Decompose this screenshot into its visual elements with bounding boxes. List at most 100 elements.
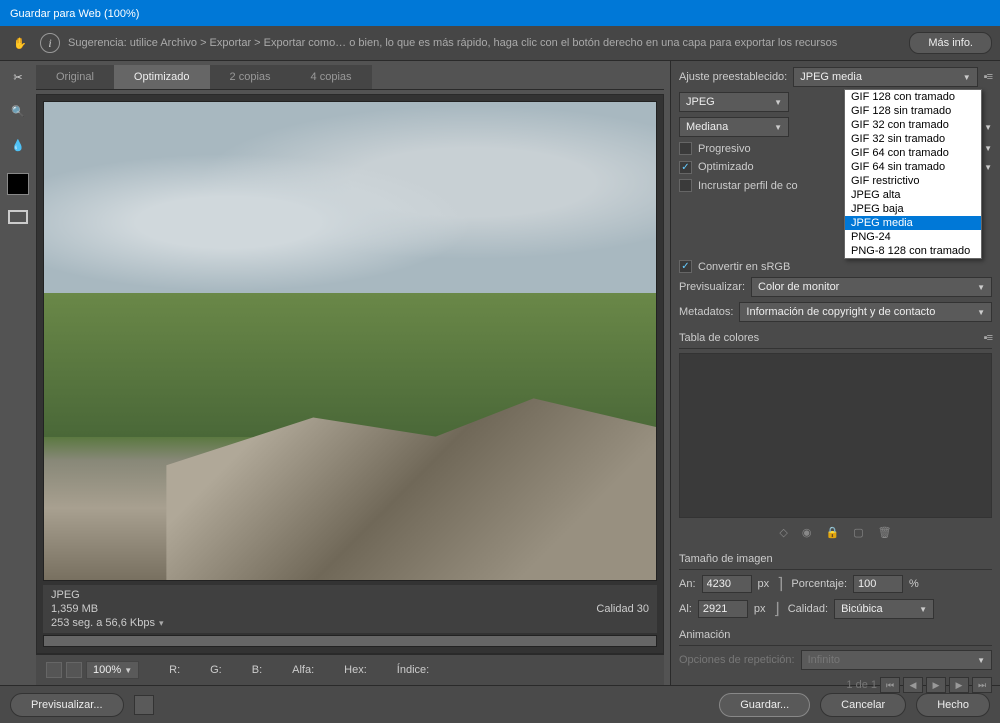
progressive-checkbox[interactable] xyxy=(679,142,692,155)
anim-last-icon: ⏭ xyxy=(972,677,992,693)
preset-option[interactable]: GIF 128 sin tramado xyxy=(845,104,981,118)
cancel-button[interactable]: Cancelar xyxy=(820,693,906,717)
anim-play-icon: ▶ xyxy=(926,677,946,693)
hand-tool-icon[interactable]: ✋ xyxy=(8,31,32,55)
info-time: 253 seg. a 56,6 Kbps▾ xyxy=(51,617,164,629)
convert-srgb-label: Convertir en sRGB xyxy=(698,261,790,273)
readout-bar: 100% ▼ R: G: B: Alfa: Hex: Índice: xyxy=(36,654,664,685)
lock-icon[interactable]: 🔒 xyxy=(826,526,840,539)
format-select[interactable]: JPEG▼ xyxy=(679,92,789,112)
preset-menu-icon[interactable]: ▪≡ xyxy=(984,71,992,83)
preset-select[interactable]: JPEG media▼ xyxy=(793,67,977,87)
layout-btn-1[interactable] xyxy=(46,662,62,678)
preview-info-bar: JPEG 1,359 MB 253 seg. a 56,6 Kbps▾ Cali… xyxy=(43,585,657,633)
image-size-title: Tamaño de imagen xyxy=(679,549,992,570)
preset-label: Ajuste preestablecido: xyxy=(679,71,787,83)
view-tabs: Original Optimizado 2 copias 4 copias xyxy=(36,65,664,90)
ct-icon-1[interactable]: ◇ xyxy=(779,526,787,539)
preview-button[interactable]: Previsualizar... xyxy=(10,693,124,717)
slice-tool-icon[interactable]: ✂ xyxy=(6,65,30,89)
convert-srgb-checkbox[interactable]: ✓ xyxy=(679,260,692,273)
resample-select[interactable]: Bicúbica▼ xyxy=(834,599,934,619)
zoom-select[interactable]: 100% ▼ xyxy=(86,661,139,679)
info-quality: Calidad 30 xyxy=(596,589,649,629)
preset-option[interactable]: JPEG media xyxy=(845,216,981,230)
image-preview[interactable] xyxy=(43,101,657,581)
height-label: Al: xyxy=(679,603,692,615)
layout-btn-2[interactable] xyxy=(66,662,82,678)
quality-preset-select[interactable]: Mediana▼ xyxy=(679,117,789,137)
height-input[interactable] xyxy=(698,600,748,618)
resample-label: Calidad: xyxy=(788,603,828,615)
preset-option[interactable]: PNG-8 128 con tramado xyxy=(845,244,981,258)
metadata-label: Metadatos: xyxy=(679,306,733,318)
zoom-tool-icon[interactable]: 🔍 xyxy=(6,99,30,123)
save-button[interactable]: Guardar... xyxy=(719,693,810,717)
window-title: Guardar para Web (100%) xyxy=(10,8,139,20)
loop-label: Opciones de repetición: xyxy=(679,654,795,666)
horizontal-scrollbar[interactable] xyxy=(43,635,657,647)
metadata-select[interactable]: Información de copyright y de contacto▼ xyxy=(739,302,992,322)
preset-option[interactable]: GIF restrictivo xyxy=(845,174,981,188)
width-input[interactable] xyxy=(702,575,752,593)
readout-index: Índice: xyxy=(397,664,429,676)
ct-icon-2[interactable]: ◉ xyxy=(802,526,812,539)
percent-label: Porcentaje: xyxy=(791,578,847,590)
eyedropper-tool-icon[interactable]: 💧 xyxy=(6,133,30,157)
preset-option[interactable]: GIF 64 sin tramado xyxy=(845,160,981,174)
anim-next-icon: ▶ xyxy=(949,677,969,693)
color-table xyxy=(679,353,992,518)
link-dimensions-icon-2[interactable]: ⌋ xyxy=(771,599,781,619)
percent-input[interactable] xyxy=(853,575,903,593)
info-format: JPEG xyxy=(51,589,164,601)
color-table-toolbar: ◇ ◉ 🔒 ▢ 🗑 xyxy=(679,522,992,543)
done-button[interactable]: Hecho xyxy=(916,693,990,717)
loop-select: Infinito▼ xyxy=(801,650,992,670)
readout-g: G: xyxy=(210,664,222,676)
settings-panel: Ajuste preestablecido: JPEG media▼ ▪≡ GI… xyxy=(670,61,1000,685)
preview-area: Original Optimizado 2 copias 4 copias JP… xyxy=(36,61,670,685)
tab-optimized[interactable]: Optimizado xyxy=(114,65,210,89)
anim-prev-icon: ◀ xyxy=(903,677,923,693)
readout-hex: Hex: xyxy=(344,664,367,676)
left-toolbar: ✂ 🔍 💧 xyxy=(0,61,36,685)
embed-profile-label: Incrustar perfil de co xyxy=(698,180,798,192)
tab-2up[interactable]: 2 copias xyxy=(210,65,291,89)
animation-title: Animación xyxy=(679,625,992,646)
color-table-title: Tabla de colores▪≡ xyxy=(679,328,992,349)
link-dimensions-icon[interactable]: ⌉ xyxy=(775,574,785,594)
tab-original[interactable]: Original xyxy=(36,65,114,89)
browser-icon[interactable] xyxy=(134,695,154,715)
optimized-checkbox[interactable]: ✓ xyxy=(679,161,692,174)
slice-visibility-icon[interactable] xyxy=(6,205,30,229)
color-table-menu-icon[interactable]: ▪≡ xyxy=(984,332,992,344)
embed-profile-checkbox[interactable] xyxy=(679,179,692,192)
preset-dropdown-list: GIF 128 con tramadoGIF 128 sin tramadoGI… xyxy=(844,89,982,259)
preset-option[interactable]: JPEG alta xyxy=(845,188,981,202)
info-icon: i xyxy=(40,33,60,53)
more-info-button[interactable]: Más info. xyxy=(909,32,992,54)
frame-counter: 1 de 1 xyxy=(846,679,877,691)
readout-alfa: Alfa: xyxy=(292,664,314,676)
preset-option[interactable]: JPEG baja xyxy=(845,202,981,216)
hint-bar: ✋ i Sugerencia: utilice Archivo > Export… xyxy=(0,26,1000,61)
preset-option[interactable]: GIF 32 sin tramado xyxy=(845,132,981,146)
preset-option[interactable]: GIF 128 con tramado xyxy=(845,90,981,104)
progressive-label: Progresivo xyxy=(698,143,751,155)
info-size: 1,359 MB xyxy=(51,603,164,615)
ct-icon-4[interactable]: ▢ xyxy=(853,526,863,539)
tab-4up[interactable]: 4 copias xyxy=(291,65,372,89)
width-label: An: xyxy=(679,578,696,590)
title-bar: Guardar para Web (100%) xyxy=(0,0,1000,26)
preset-option[interactable]: PNG-24 xyxy=(845,230,981,244)
foreground-color-swatch[interactable] xyxy=(7,173,29,195)
preset-option[interactable]: GIF 32 con tramado xyxy=(845,118,981,132)
preview-label: Previsualizar: xyxy=(679,281,745,293)
anim-first-icon: ⏮ xyxy=(880,677,900,693)
trash-icon[interactable]: 🗑 xyxy=(878,526,892,539)
preview-select[interactable]: Color de monitor▼ xyxy=(751,277,992,297)
readout-b: B: xyxy=(252,664,262,676)
hint-text: Sugerencia: utilice Archivo > Exportar >… xyxy=(68,37,901,49)
readout-r: R: xyxy=(169,664,180,676)
preset-option[interactable]: GIF 64 con tramado xyxy=(845,146,981,160)
